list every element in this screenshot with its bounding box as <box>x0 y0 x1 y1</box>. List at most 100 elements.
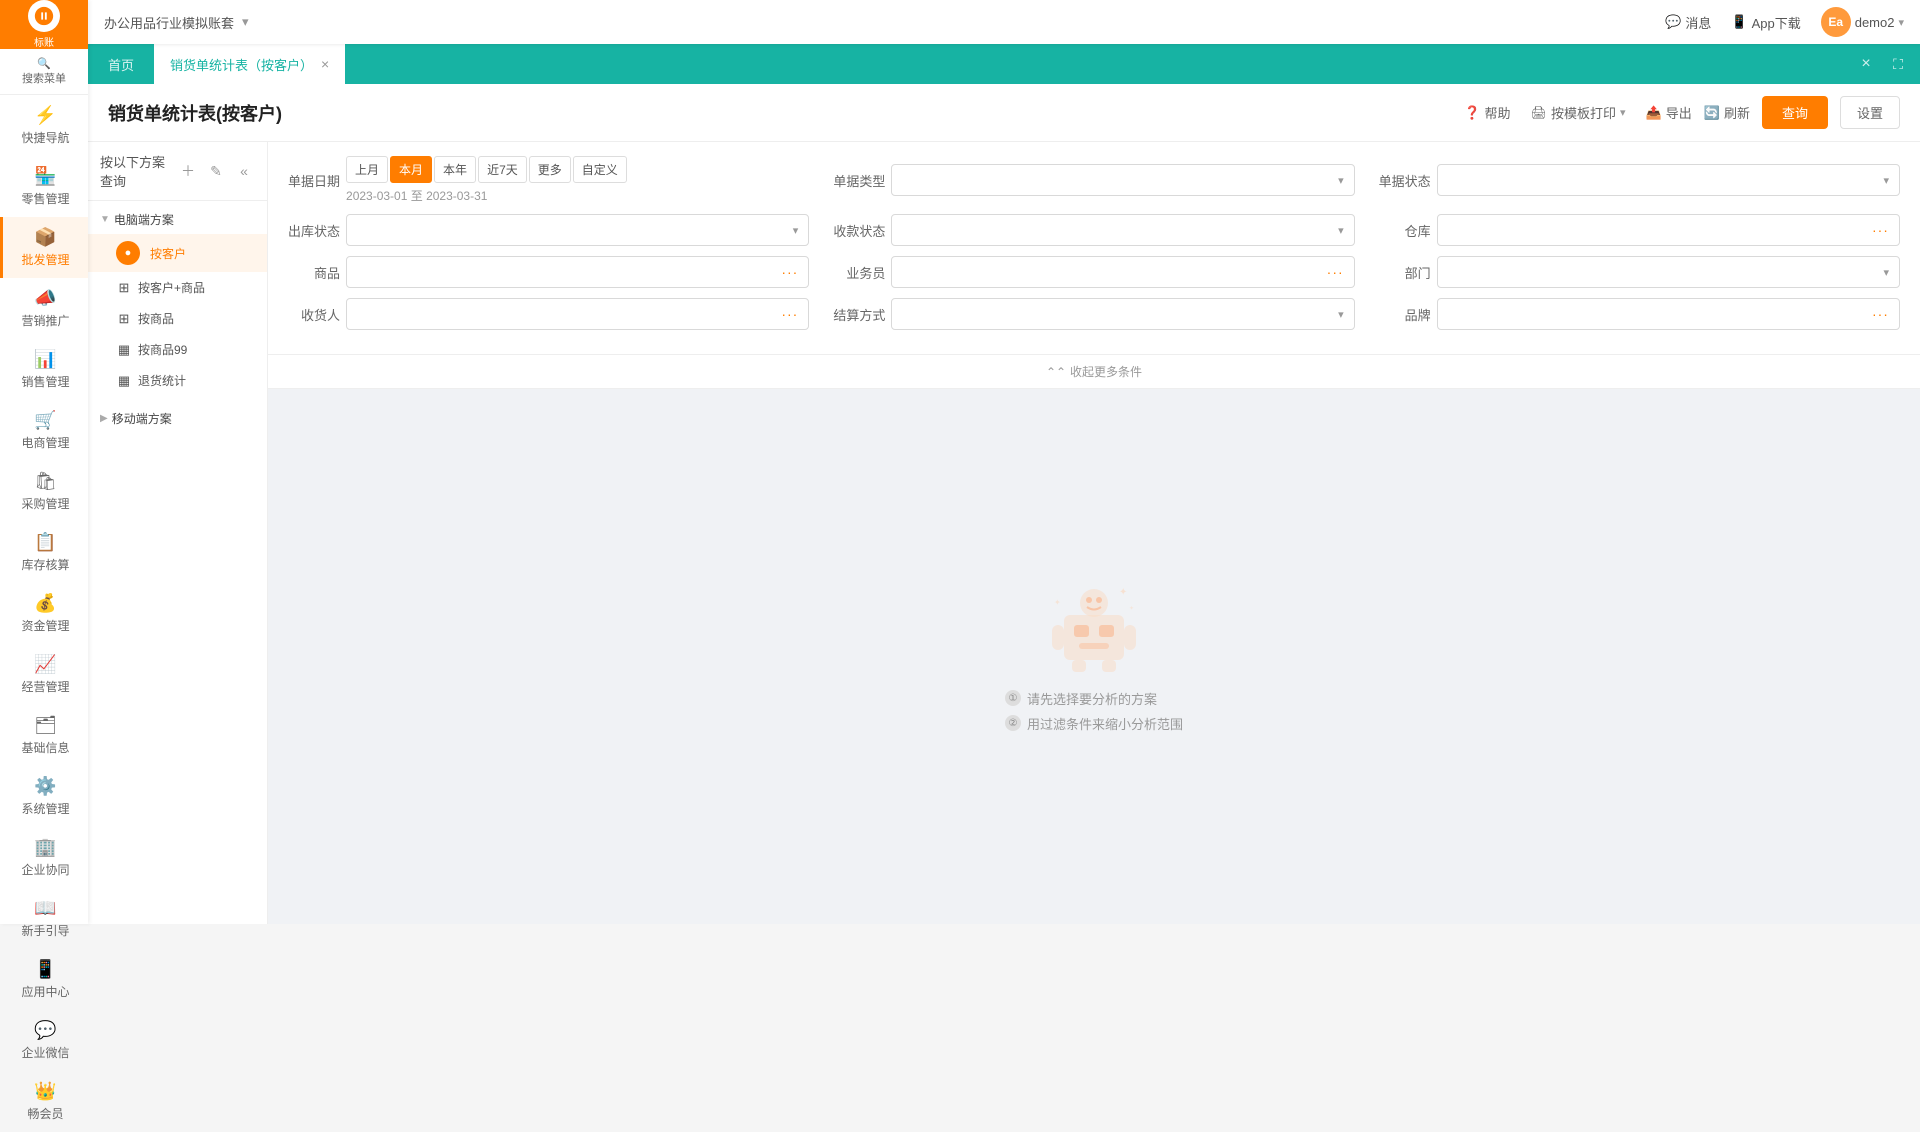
page-title: 销货单统计表(按客户) <box>108 100 282 138</box>
enterprise-icon: 🏢 <box>34 837 56 858</box>
template-print-btn[interactable]: 🖨 按模板打印 ▾ <box>1523 98 1634 127</box>
sidebar-item-operations[interactable]: 📈 经营管理 <box>0 644 88 705</box>
out-status-filter-item: 出库状态 ▾ <box>288 214 809 246</box>
scheme-item-by-customer[interactable]: ● 按客户 <box>88 234 267 272</box>
sidebar-item-app-center[interactable]: 📱 应用中心 <box>0 949 88 1010</box>
empty-tip-1: ① 请先选择要分析的方案 <box>1005 689 1183 708</box>
sidebar-search[interactable]: 🔍 搜索菜单 <box>0 49 88 95</box>
warehouse-dots: ··· <box>1872 222 1889 238</box>
bar-icon-1: ▦ <box>116 342 132 358</box>
collapse-panel-btn[interactable]: « <box>233 160 255 182</box>
active-scheme-dot: ● <box>116 241 140 265</box>
brand-select[interactable]: ··· <box>1437 298 1900 330</box>
sidebar-item-wholesale[interactable]: 📦 批发管理 <box>0 217 88 278</box>
sidebar-item-quick-nav[interactable]: ⚡ 快捷导航 <box>0 95 88 156</box>
system-icon: ⚙️ <box>34 776 56 797</box>
scheme-item-by-goods[interactable]: ⊞ 按商品 <box>88 303 267 334</box>
tab-home[interactable]: 首页 <box>88 44 154 84</box>
edit-scheme-btn[interactable]: ✎ <box>205 160 227 182</box>
filter-row-2: 出库状态 ▾ 收款状态 <box>288 214 1900 246</box>
department-select[interactable]: ▾ <box>1437 256 1900 288</box>
export-btn[interactable]: 📤 导出 <box>1646 103 1692 122</box>
salesperson-select[interactable]: ··· <box>891 256 1354 288</box>
sidebar-item-ecommerce[interactable]: 🛒 电商管理 <box>0 400 88 461</box>
brand-label: 品牌 <box>1379 305 1431 324</box>
desktop-group-header[interactable]: ▼ 电脑端方案 <box>88 205 267 234</box>
tab-close-icon[interactable]: × <box>321 56 329 72</box>
date-btn-7days[interactable]: 近7天 <box>478 156 527 183</box>
app-download-btn[interactable]: 📱 App下载 <box>1731 13 1800 32</box>
user-menu[interactable]: Ea demo2 ▾ <box>1821 7 1904 37</box>
grid-icon-1: ⊞ <box>116 280 132 296</box>
page-header-actions: ❓ 帮助 🖨 按模板打印 ▾ 📤 导出 🔄 刷新 查询 设置 <box>1464 96 1900 141</box>
brand-dots: ··· <box>1872 306 1889 322</box>
date-btn-this-year[interactable]: 本年 <box>434 156 476 183</box>
sidebar-item-wechat[interactable]: 💬 企业微信 <box>0 1010 88 1071</box>
expand-tab-btn[interactable]: ⛶ <box>1884 50 1912 78</box>
sidebar-item-sales[interactable]: 📊 销售管理 <box>0 339 88 400</box>
collection-status-label: 收款状态 <box>833 221 885 240</box>
ecommerce-icon: 🛒 <box>34 410 56 431</box>
add-scheme-btn[interactable]: ＋ <box>177 160 199 182</box>
warehouse-label: 仓库 <box>1379 221 1431 240</box>
tab-sales-stat[interactable]: 销货单统计表（按客户） × <box>154 44 345 84</box>
sidebar-item-newbie[interactable]: 📖 新手引导 <box>0 888 88 949</box>
empty-state: ✦ ✦ ✦ ① 请先选择要分析的方案 ② <box>1005 575 1183 739</box>
settlement-label: 结算方式 <box>833 305 885 324</box>
sidebar-item-enterprise[interactable]: 🏢 企业协同 <box>0 827 88 888</box>
sidebar-item-inventory[interactable]: 📋 库存核算 <box>0 522 88 583</box>
date-btn-more[interactable]: 更多 <box>529 156 571 183</box>
filter-row-4: 收货人 ··· 结算方式 <box>288 298 1900 330</box>
order-type-label: 单据类型 <box>833 171 885 190</box>
mobile-group-header[interactable]: ▶ 移动端方案 <box>88 404 267 433</box>
sidebar-item-purchase[interactable]: 🛍 采购管理 <box>0 461 88 522</box>
sidebar-item-finance[interactable]: 💰 资金管理 <box>0 583 88 644</box>
goods-select[interactable]: ··· <box>346 256 809 288</box>
sidebar-item-member[interactable]: 👑 畅会员 <box>0 1071 88 1132</box>
close-tab-btn[interactable]: × <box>1852 50 1880 78</box>
quicknav-icon: ⚡ <box>34 105 56 126</box>
scheme-item-by-goods-99[interactable]: ▦ 按商品99 <box>88 334 267 365</box>
scheme-item-refund-stat[interactable]: ▦ 退货统计 <box>88 365 267 396</box>
topbar-left: 办公用品行业模拟账套 ▾ <box>104 13 249 32</box>
warehouse-filter-item: 仓库 ··· <box>1379 214 1900 246</box>
scheme-item-by-customer-goods[interactable]: ⊞ 按客户+商品 <box>88 272 267 303</box>
sidebar-item-marketing[interactable]: 📣 营销推广 <box>0 278 88 339</box>
help-btn[interactable]: ❓ 帮助 <box>1464 103 1510 122</box>
collapse-bar[interactable]: ⌃⌃ 收起更多条件 <box>268 355 1920 389</box>
out-status-caret: ▾ <box>793 224 799 237</box>
date-btn-this-month[interactable]: 本月 <box>390 156 432 183</box>
sidebar-item-retail[interactable]: 🏪 零售管理 <box>0 156 88 217</box>
sidebar-item-system[interactable]: ⚙️ 系统管理 <box>0 766 88 827</box>
receiver-select[interactable]: ··· <box>346 298 809 330</box>
sales-icon: 📊 <box>34 349 56 370</box>
messages-btn[interactable]: 💬 消息 <box>1665 13 1711 32</box>
settlement-select[interactable]: ▾ <box>891 298 1354 330</box>
out-status-select[interactable]: ▾ <box>346 214 809 246</box>
date-btn-last-month[interactable]: 上月 <box>346 156 388 183</box>
refresh-btn[interactable]: 🔄 刷新 <box>1704 103 1750 122</box>
svg-text:✦: ✦ <box>1119 587 1127 598</box>
collection-status-filter-item: 收款状态 ▾ <box>833 214 1354 246</box>
avatar: Ea <box>1821 7 1851 37</box>
settings-button[interactable]: 设置 <box>1840 96 1900 129</box>
user-dropdown-icon: ▾ <box>1898 16 1904 29</box>
print-dropdown-icon: ▾ <box>1620 106 1626 119</box>
brand-filter-item: 品牌 ··· <box>1379 298 1900 330</box>
salesperson-label: 业务员 <box>833 263 885 282</box>
left-panel: 按以下方案查询 ＋ ✎ « ▼ 电脑端方案 ● 按客户 <box>88 142 268 924</box>
group-expand-icon: ▼ <box>100 214 110 225</box>
query-button[interactable]: 查询 <box>1762 96 1828 129</box>
order-type-caret: ▾ <box>1338 174 1344 187</box>
page-content: 销货单统计表(按客户) ❓ 帮助 🖨 按模板打印 ▾ 📤 导出 🔄 刷新 <box>88 84 1920 924</box>
operations-icon: 📈 <box>34 654 56 675</box>
date-btn-custom[interactable]: 自定义 <box>573 156 627 183</box>
order-status-select[interactable]: ▾ <box>1437 164 1900 196</box>
dropdown-arrow-icon[interactable]: ▾ <box>242 14 249 30</box>
svg-text:✦: ✦ <box>1054 598 1061 607</box>
collection-status-select[interactable]: ▾ <box>891 214 1354 246</box>
collapse-up-icon: ⌃⌃ <box>1046 365 1066 379</box>
warehouse-select[interactable]: ··· <box>1437 214 1900 246</box>
order-type-select[interactable]: ▾ <box>891 164 1354 196</box>
sidebar-item-basic[interactable]: 🗂 基础信息 <box>0 705 88 766</box>
